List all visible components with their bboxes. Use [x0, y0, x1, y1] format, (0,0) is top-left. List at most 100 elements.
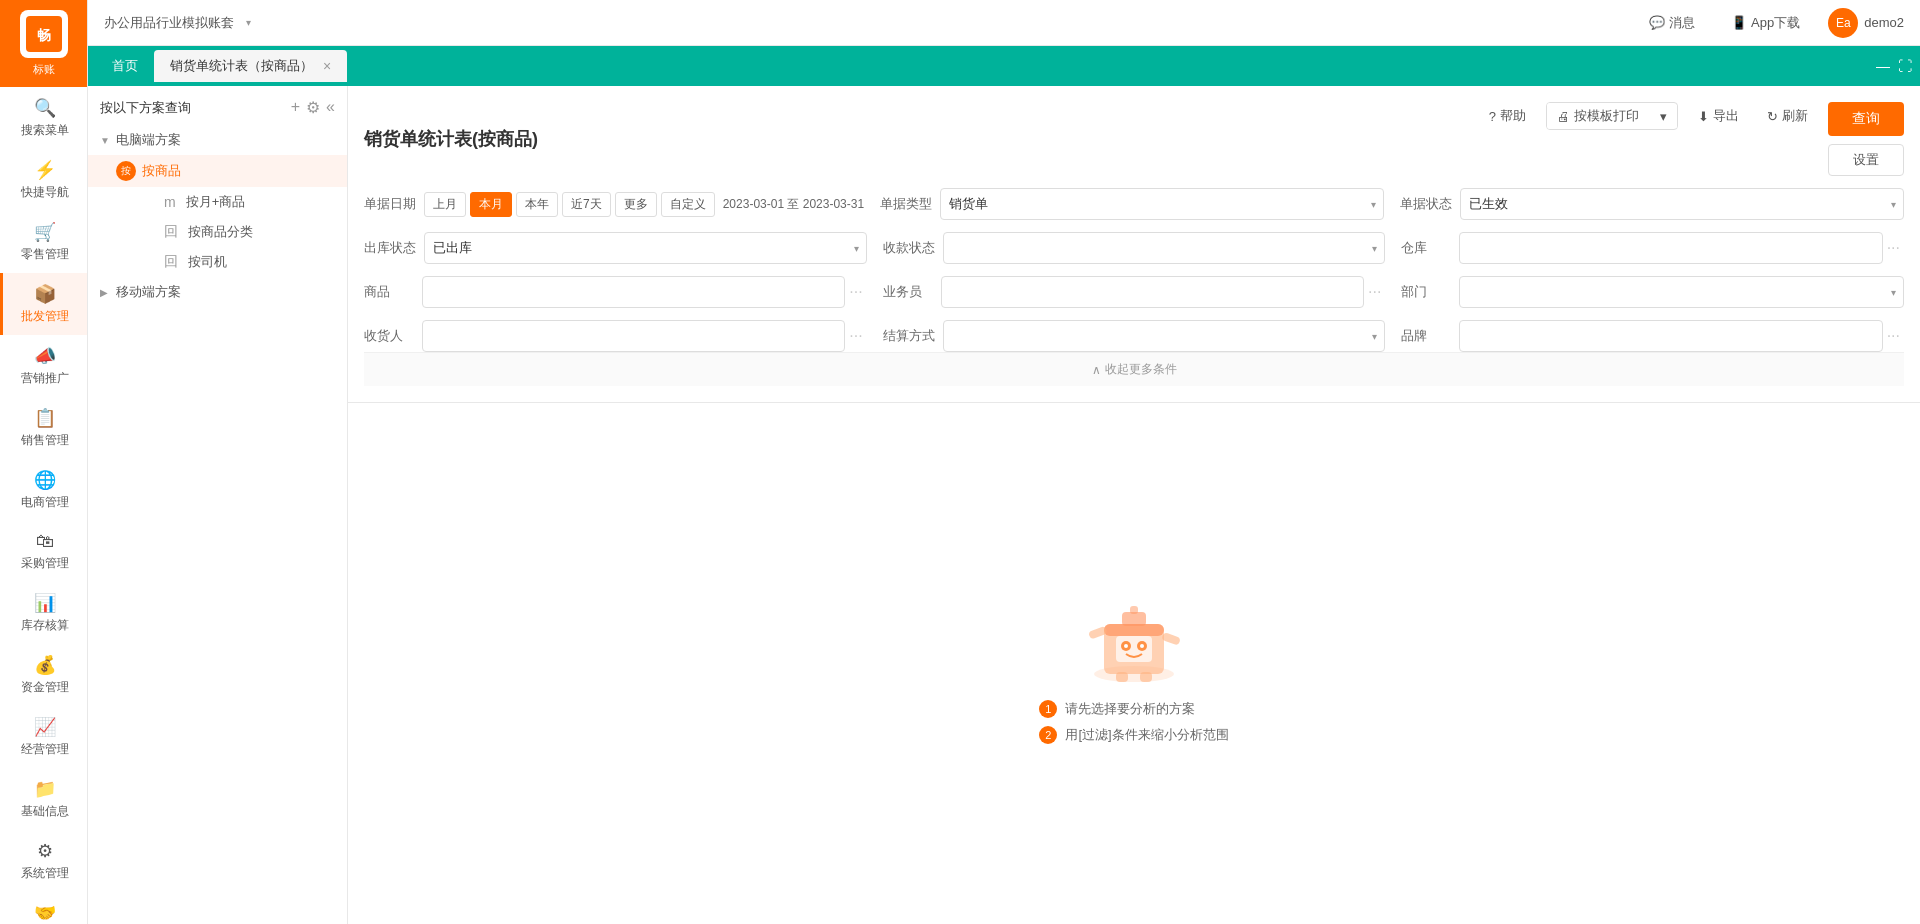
query-btn[interactable]: 查询 — [1828, 102, 1904, 136]
payment-status-input[interactable] — [943, 232, 1386, 264]
add-scheme-btn[interactable]: + — [291, 98, 300, 117]
sidebar-item-purchase[interactable]: 🛍 采购管理 — [0, 521, 87, 582]
salesperson-dots[interactable]: ··· — [1364, 283, 1385, 301]
filter-department: 部门 ▾ — [1401, 276, 1904, 308]
workspace-title[interactable]: 办公用品行业模拟账套 — [104, 14, 234, 32]
brand-input[interactable] — [1459, 320, 1882, 352]
print-dropdown-btn[interactable]: ▾ — [1650, 105, 1677, 128]
right-panel: 销货单统计表(按商品) ? 帮助 🖨 按模板打印 — [348, 86, 1920, 924]
sidebar-item-ecom[interactable]: 🌐 电商管理 — [0, 459, 87, 521]
logo-icon: 畅 — [20, 10, 68, 58]
doc-status-input[interactable] — [1460, 188, 1904, 220]
window-controls: — ⛶ — [1876, 58, 1912, 74]
by-month-goods-label: 按月+商品 — [186, 193, 246, 211]
print-btn[interactable]: 🖨 按模板打印 — [1547, 103, 1649, 129]
tab-sales-stats[interactable]: 销货单统计表（按商品） × — [154, 50, 347, 82]
sidebar-item-marketing-label: 营销推广 — [21, 370, 69, 387]
warehouse-input[interactable] — [1459, 232, 1882, 264]
settlement-input[interactable] — [943, 320, 1386, 352]
settlement-select-wrapper: ▾ — [943, 320, 1386, 352]
collapse-label: 收起更多条件 — [1105, 361, 1177, 378]
tree-subnode-by-category[interactable]: 回 按商品分类 — [136, 217, 347, 247]
basic-info-icon: 📁 — [34, 778, 56, 800]
app-download-btn[interactable]: 📱 App下载 — [1723, 10, 1808, 36]
brand-dots[interactable]: ··· — [1883, 327, 1904, 345]
settlement-label: 结算方式 — [883, 327, 935, 345]
salesperson-input[interactable] — [941, 276, 1364, 308]
goods-dots[interactable]: ··· — [845, 283, 866, 301]
tree-node-pc[interactable]: ▼ 电脑端方案 — [88, 125, 347, 155]
recipient-input[interactable] — [422, 320, 845, 352]
doc-type-label: 单据类型 — [880, 195, 932, 213]
warehouse-select-wrapper: ··· — [1459, 232, 1904, 264]
sidebar-item-system[interactable]: ⚙ 系统管理 — [0, 830, 87, 892]
maximize-btn[interactable]: ⛶ — [1898, 58, 1912, 74]
tree-node-mobile[interactable]: ▶ 移动端方案 — [88, 277, 347, 307]
help-btn[interactable]: ? 帮助 — [1481, 103, 1534, 129]
purchase-icon: 🛍 — [36, 531, 54, 552]
tab-close-icon[interactable]: × — [323, 58, 331, 74]
sidebar-item-purchase-label: 采购管理 — [21, 555, 69, 572]
workspace-dropdown-arrow[interactable]: ▾ — [246, 17, 251, 28]
scheme-settings-btn[interactable]: ⚙ — [306, 98, 320, 117]
warehouse-out-input[interactable] — [424, 232, 867, 264]
finance-icon: 💰 — [34, 654, 56, 676]
doc-type-input[interactable] — [940, 188, 1384, 220]
tree-subnode-by-driver[interactable]: 回 按司机 — [136, 247, 347, 277]
date-btn-custom[interactable]: 自定义 — [661, 192, 715, 217]
filter-row-1: 单据日期 上月 本月 本年 近7天 更多 自定义 2023-03-01 至 20… — [364, 188, 1904, 220]
minimize-btn[interactable]: — — [1876, 58, 1890, 74]
tree-subnode-by-month-goods[interactable]: m 按月+商品 — [136, 187, 347, 217]
export-label: 导出 — [1713, 107, 1739, 125]
refresh-btn[interactable]: ↻ 刷新 — [1759, 103, 1816, 129]
svg-rect-13 — [1140, 672, 1152, 682]
filter-salesperson: 业务员 ··· — [883, 276, 1386, 308]
filter-warehouse: 仓库 ··· — [1401, 232, 1904, 264]
tree-subnode-by-goods[interactable]: 按 按商品 — [88, 155, 347, 187]
date-range-text: 2023-03-01 至 2023-03-31 — [723, 196, 864, 213]
filter-row-4: 收货人 ··· 结算方式 ▾ 品牌 — [364, 320, 1904, 352]
settings-btn[interactable]: 设置 — [1828, 144, 1904, 176]
date-btn-this-month[interactable]: 本月 — [470, 192, 512, 217]
message-btn[interactable]: 💬 消息 — [1641, 10, 1703, 36]
date-btn-last-month[interactable]: 上月 — [424, 192, 466, 217]
sidebar-item-marketing[interactable]: 📣 营销推广 — [0, 335, 87, 397]
recipient-dots[interactable]: ··· — [845, 327, 866, 345]
sidebar-item-basic-info[interactable]: 📁 基础信息 — [0, 768, 87, 830]
empty-state: 1 请先选择要分析的方案 2 用[过滤]条件来缩小分析范围 — [1039, 584, 1228, 744]
user-area[interactable]: Ea demo2 — [1828, 8, 1904, 38]
date-btn-this-year[interactable]: 本年 — [516, 192, 558, 217]
collapse-bar[interactable]: ∧ 收起更多条件 — [364, 352, 1904, 386]
sidebar-item-search[interactable]: 🔍 搜索菜单 — [0, 87, 87, 149]
empty-illustration — [1074, 584, 1194, 684]
date-btn-7days[interactable]: 近7天 — [562, 192, 611, 217]
user-name: demo2 — [1864, 15, 1904, 30]
warehouse-dots[interactable]: ··· — [1883, 239, 1904, 257]
filter-warehouse-out: 出库状态 ▾ — [364, 232, 867, 264]
goods-input[interactable] — [422, 276, 845, 308]
sidebar-item-quick-nav[interactable]: ⚡ 快捷导航 — [0, 149, 87, 211]
tab-home[interactable]: 首页 — [96, 50, 154, 82]
tabbar: 首页 销货单统计表（按商品） × — ⛶ — [88, 46, 1920, 86]
brand-select-wrapper: ··· — [1459, 320, 1904, 352]
by-goods-icon: 按 — [116, 161, 136, 181]
svg-rect-12 — [1116, 672, 1128, 682]
collapse-panel-btn[interactable]: « — [326, 98, 335, 117]
date-btn-more[interactable]: 更多 — [615, 192, 657, 217]
sidebar-item-system-label: 系统管理 — [21, 865, 69, 882]
sidebar-item-inventory[interactable]: 📊 库存核算 — [0, 582, 87, 644]
sidebar-item-enterprise[interactable]: 🤝 企业协同 — [0, 892, 87, 924]
logo-area[interactable]: 畅 标账 — [0, 0, 87, 87]
sidebar-item-wholesale[interactable]: 📦 批发管理 — [0, 273, 87, 335]
sidebar-item-finance-label: 资金管理 — [21, 679, 69, 696]
sidebar-item-operations[interactable]: 📈 经营管理 — [0, 706, 87, 768]
sales-icon: 📋 — [34, 407, 56, 429]
svg-text:畅: 畅 — [37, 27, 51, 43]
by-month-icon: m — [164, 194, 176, 210]
sidebar-item-finance[interactable]: 💰 资金管理 — [0, 644, 87, 706]
export-btn[interactable]: ⬇ 导出 — [1690, 103, 1747, 129]
svg-rect-5 — [1116, 636, 1152, 662]
department-input[interactable] — [1459, 276, 1904, 308]
sidebar-item-sales[interactable]: 📋 销售管理 — [0, 397, 87, 459]
sidebar-item-retail[interactable]: 🛒 零售管理 — [0, 211, 87, 273]
